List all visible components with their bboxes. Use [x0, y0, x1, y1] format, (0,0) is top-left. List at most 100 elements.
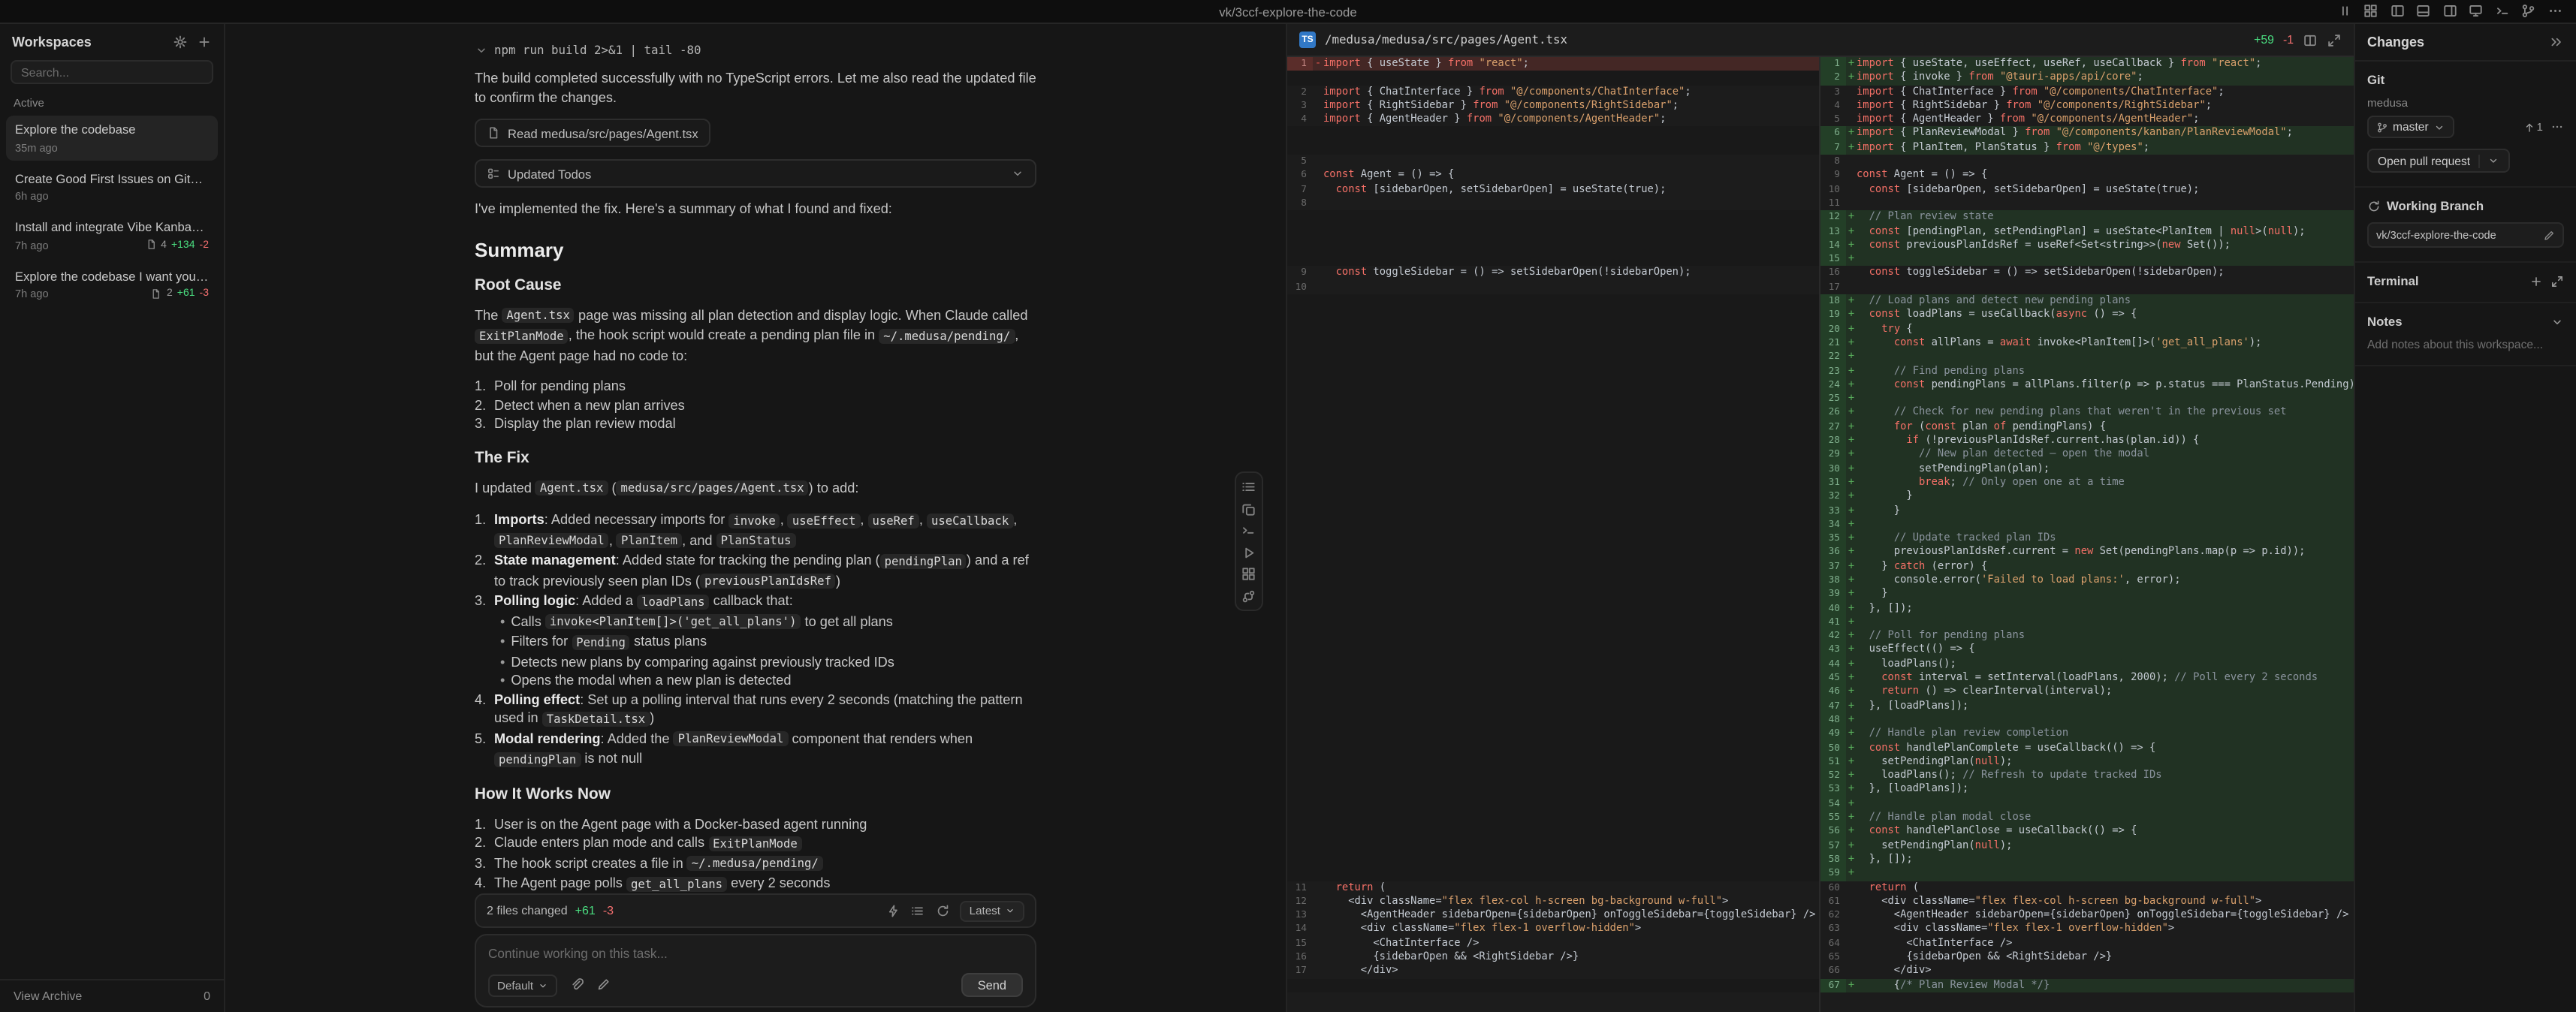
diff-line [1287, 574, 1819, 588]
layout-icon[interactable] [1241, 566, 1256, 582]
diff-line: 10 const [sidebarOpen, setSidebarOpen] =… [1820, 182, 2354, 197]
compare-icon[interactable] [1241, 588, 1256, 604]
inline-code: useEffect [788, 513, 861, 528]
workspace-item[interactable]: Explore the codebase35m ago [6, 116, 218, 160]
window-title: vk/3ccf-explore-the-code [0, 4, 2576, 19]
list-subitem: •Filters for Pending status plans [475, 632, 1036, 652]
inline-code: ExitPlanMode [708, 836, 802, 851]
diff-line: 37+ } catch (error) { [1820, 559, 2354, 574]
message-input[interactable] [488, 946, 1023, 961]
changes-summary-bar[interactable]: 2 files changed +61 -3 Latest [475, 893, 1036, 928]
send-button[interactable]: Send [961, 973, 1023, 997]
diff-line: 47+ }, [loadPlans]); [1820, 699, 2354, 713]
notes-placeholder[interactable]: Add notes about this workspace... [2367, 338, 2564, 351]
attach-icon[interactable] [569, 978, 584, 992]
diff-line: 64 <ChatInterface /> [1820, 936, 2354, 950]
working-branch-field[interactable]: vk/3ccf-explore-the-code [2367, 222, 2564, 248]
list-item: 3.The hook script creates a file in ~/.m… [475, 854, 1036, 874]
diff-line: 1+import { useState, useEffect, useRef, … [1820, 57, 2354, 71]
diff-line: 59+ [1820, 866, 2354, 881]
diff-line: 42+ // Poll for pending plans [1820, 629, 2354, 643]
chat-list: 1.User is on the Agent page with a Docke… [475, 815, 1036, 893]
diff-line [1287, 616, 1819, 630]
git-more-icon[interactable] [2550, 120, 2564, 134]
new-terminal-icon[interactable] [2529, 274, 2543, 288]
refresh-icon [2367, 199, 2381, 212]
git-branch-icon[interactable] [2520, 4, 2536, 20]
composer-area: 2 files changed +61 -3 Latest [475, 893, 1036, 1012]
more-options-icon[interactable] [2547, 4, 2562, 20]
diff-line [1287, 783, 1819, 797]
refresh-icon[interactable] [936, 904, 950, 918]
chat-heading: How It Works Now [475, 786, 1036, 803]
diff-line: 34+ [1820, 518, 2354, 532]
inline-code: invoke [728, 513, 780, 528]
workspace-settings-icon[interactable] [173, 35, 188, 50]
notes-chevron-icon[interactable] [2550, 315, 2564, 328]
run-icon[interactable] [1241, 544, 1256, 560]
workspace-item[interactable]: Explore the codebase I want you to ex...… [6, 262, 218, 306]
copy-icon[interactable] [1241, 501, 1256, 517]
collapse-panel-icon[interactable] [2549, 35, 2564, 50]
expand-diff-icon[interactable] [2327, 32, 2342, 47]
tool-result[interactable]: Read medusa/src/pages/Agent.tsx [475, 119, 710, 147]
diff-line: 60 return ( [1820, 881, 2354, 895]
edit-icon[interactable] [596, 978, 610, 992]
view-archive[interactable]: View Archive 0 [0, 979, 224, 1012]
inline-code: invoke<PlanItem[]>('get_all_plans') [545, 614, 801, 629]
bold-text: Imports [494, 512, 544, 527]
split-view-icon[interactable] [2303, 32, 2318, 47]
diff-line: 9 const toggleSidebar = () => setSidebar… [1287, 267, 1819, 281]
diff-line [1287, 825, 1819, 839]
panel-right-icon[interactable] [2442, 4, 2457, 20]
model-selector[interactable]: Default [488, 974, 557, 996]
chat-heading: Root Cause [475, 277, 1036, 294]
inline-code: useRef [867, 513, 918, 528]
monitor-icon[interactable] [2468, 4, 2484, 20]
changes-bar-icons [886, 904, 950, 918]
inline-code: medusa/src/pages/Agent.tsx [617, 480, 809, 495]
new-workspace-icon[interactable] [197, 35, 212, 50]
workspace-item[interactable]: Install and integrate Vibe Kanban Web...… [6, 213, 218, 258]
diff-line: 8 [1820, 155, 2354, 169]
ahead-count: 1 [2523, 120, 2543, 134]
inline-code: TaskDetail.tsx [542, 711, 650, 726]
branch-selector[interactable]: master [2367, 116, 2454, 138]
titlebar: vk/3ccf-explore-the-code [0, 0, 2576, 24]
diff-line: 55+ // Handle plan modal close [1820, 811, 2354, 825]
list-subitem: •Opens the modal when a new plan is dete… [475, 671, 1036, 690]
diff-line [1287, 434, 1819, 448]
workspace-search-input[interactable] [11, 60, 213, 84]
diff-line [1287, 559, 1819, 574]
terminal-icon[interactable] [1241, 523, 1256, 538]
open-pr-button[interactable]: Open pull request [2367, 149, 2509, 173]
terminal-icon[interactable] [2494, 4, 2510, 20]
queue-icon[interactable] [911, 904, 925, 918]
diff-content[interactable]: 1-import { useState } from "react";2impo… [1287, 57, 2354, 1012]
todos-collapsible[interactable]: Updated Todos [475, 159, 1036, 188]
tool-command[interactable]: npm run build 2>&1 | tail -80 [475, 44, 1036, 57]
expand-terminal-icon[interactable] [2550, 274, 2564, 288]
auto-run-icon[interactable] [886, 904, 900, 918]
diff-line: 13 <AgentHeader sidebarOpen={sidebarOpen… [1287, 908, 1819, 923]
workspace-item[interactable]: Create Good First Issues on Github So...… [6, 164, 218, 209]
conversation-scroll[interactable]: npm run build 2>&1 | tail -80The build c… [225, 24, 1286, 893]
sidebar-title: Workspaces [12, 35, 92, 50]
diff-line: 40+ }, []); [1820, 601, 2354, 616]
workspace-time: 7h ago [15, 287, 49, 300]
diff-line [1287, 462, 1819, 476]
notes-section: Notes Add notes about this workspace... [2355, 303, 2576, 366]
panel-left-icon[interactable] [2389, 4, 2405, 20]
outline-icon[interactable] [1241, 479, 1256, 495]
diff-line: 7 const [sidebarOpen, setSidebarOpen] = … [1287, 182, 1819, 197]
list-item: 1.User is on the Agent page with a Docke… [475, 815, 1036, 833]
panel-bottom-icon[interactable] [2415, 4, 2431, 20]
latest-dropdown[interactable]: Latest [961, 900, 1024, 921]
chat-heading: Summary [475, 238, 1036, 261]
diff-line [1287, 322, 1819, 336]
layout-grid-icon[interactable] [2363, 4, 2378, 20]
pause-icon[interactable] [2336, 4, 2352, 20]
inline-code: pendingPlan [494, 751, 581, 767]
diff-line: 25+ [1820, 392, 2354, 406]
chat-list: 1.Poll for pending plans2.Detect when a … [475, 377, 1036, 433]
